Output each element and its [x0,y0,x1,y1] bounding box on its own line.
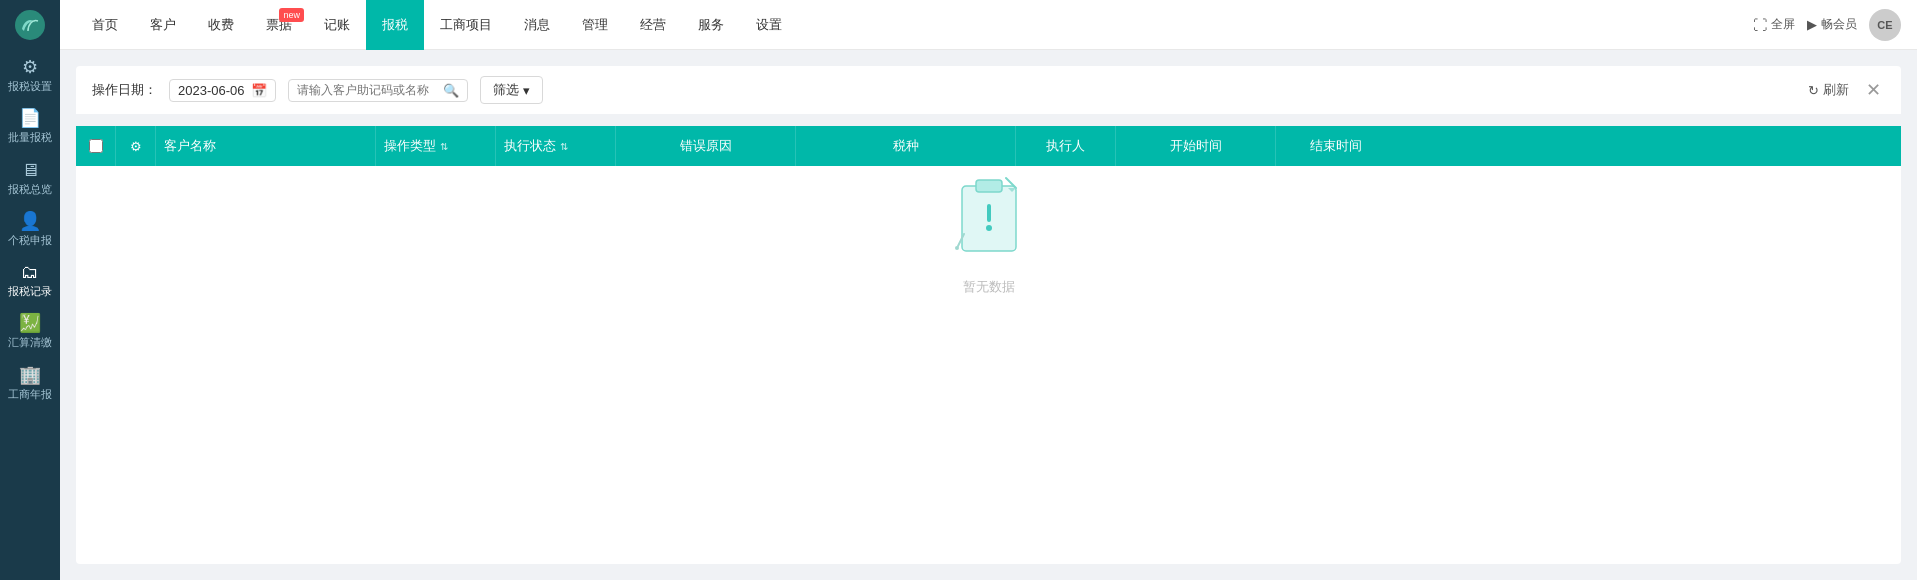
sidebar-item-batch-tax[interactable]: 📄 批量报税 [0,101,60,152]
empty-state-illustration [944,166,1034,266]
nav-invoices[interactable]: 票据 new [250,0,308,50]
tax-settings-icon: ⚙ [22,58,38,76]
topnav-right: ⛶ 全屏 ▶ 畅会员 CE [1753,9,1901,41]
empty-state-text: 暂无数据 [963,278,1015,296]
sidebar-item-tax-records[interactable]: 🗂 报税记录 [0,255,60,306]
sidebar-item-annual-report[interactable]: 🏢 工商年报 [0,358,60,409]
sort-icon-status: ⇅ [560,141,568,152]
th-executor: 执行人 [1016,126,1116,166]
settings-gear-icon: ⚙ [130,139,142,154]
empty-state: 暂无数据 [76,166,1901,296]
fullscreen-icon: ⛶ [1753,17,1767,33]
nav-management[interactable]: 管理 [566,0,624,50]
page-toolbar: 操作日期： 2023-06-06 📅 🔍 筛选 ▾ ↻ 刷新 ✕ [76,66,1901,114]
batch-tax-icon: 📄 [19,109,41,127]
search-box[interactable]: 🔍 [288,79,468,102]
refresh-button[interactable]: ↻ 刷新 [1808,81,1849,99]
search-icon: 🔍 [443,83,459,98]
settlement-icon: 💹 [19,314,41,332]
fullscreen-button[interactable]: ⛶ 全屏 [1753,16,1795,33]
search-input[interactable] [297,83,437,97]
nav-business[interactable]: 工商项目 [424,0,508,50]
sidebar-item-tax-summary[interactable]: 🖥 报税总览 [0,153,60,204]
th-error-reason: 错误原因 [616,126,796,166]
date-value: 2023-06-06 [178,83,245,98]
tax-summary-icon: 🖥 [21,161,39,179]
date-label: 操作日期： [92,81,157,99]
th-operation-type[interactable]: 操作类型 ⇅ [376,126,496,166]
member-icon: ▶ [1807,17,1817,32]
th-start-time: 开始时间 [1116,126,1276,166]
th-execution-status[interactable]: 执行状态 ⇅ [496,126,616,166]
user-avatar[interactable]: CE [1869,9,1901,41]
date-picker[interactable]: 2023-06-06 📅 [169,79,276,102]
svg-point-8 [955,246,959,250]
annual-report-icon: 🏢 [19,366,41,384]
nav-tax[interactable]: 报税 [366,0,424,50]
nav-finance[interactable]: 经营 [624,0,682,50]
th-settings: ⚙ [116,126,156,166]
filter-button[interactable]: 筛选 ▾ [480,76,543,104]
th-end-time: 结束时间 [1276,126,1396,166]
personal-tax-icon: 👤 [19,212,41,230]
table-header: ⚙ 客户名称 操作类型 ⇅ 执行状态 ⇅ 错误原因 税种 [76,126,1901,166]
nav-items: 首页 客户 收费 票据 new 记账 报税 工商项目 消息 [76,0,1753,50]
app-logo [0,0,60,50]
tax-records-icon: 🗂 [21,263,39,281]
page-content: 操作日期： 2023-06-06 📅 🔍 筛选 ▾ ↻ 刷新 ✕ [60,50,1917,580]
nav-settings[interactable]: 设置 [740,0,798,50]
svg-point-3 [986,225,992,231]
nav-services[interactable]: 服务 [682,0,740,50]
nav-customers[interactable]: 客户 [134,0,192,50]
data-table: ⚙ 客户名称 操作类型 ⇅ 执行状态 ⇅ 错误原因 税种 [76,126,1901,564]
nav-home[interactable]: 首页 [76,0,134,50]
chevron-down-icon: ▾ [523,83,530,98]
th-checkbox[interactable] [76,126,116,166]
svg-rect-2 [976,180,1002,192]
nav-billing[interactable]: 收费 [192,0,250,50]
close-button[interactable]: ✕ [1861,78,1885,102]
sidebar: ⚙ 报税设置 📄 批量报税 🖥 报税总览 👤 个税申报 🗂 报税记录 💹 汇算清… [0,0,60,580]
calendar-icon: 📅 [251,83,267,98]
nav-accounts[interactable]: 记账 [308,0,366,50]
sidebar-item-personal-tax[interactable]: 👤 个税申报 [0,204,60,255]
refresh-icon: ↻ [1808,83,1819,98]
table-body: 暂无数据 [76,166,1901,564]
new-badge: new [279,8,304,23]
th-client-name: 客户名称 [156,126,376,166]
svg-rect-4 [987,204,991,222]
th-tax-type: 税种 [796,126,1016,166]
sort-icon-operation: ⇅ [440,141,448,152]
top-navigation: 首页 客户 收费 票据 new 记账 报税 工商项目 消息 [60,0,1917,50]
member-button[interactable]: ▶ 畅会员 [1807,16,1857,33]
filter-label: 筛选 [493,81,519,99]
main-area: 首页 客户 收费 票据 new 记账 报税 工商项目 消息 [60,0,1917,580]
sidebar-item-tax-settings[interactable]: ⚙ 报税设置 [0,50,60,101]
sidebar-item-settlement[interactable]: 💹 汇算清缴 [0,306,60,357]
nav-messages[interactable]: 消息 [508,0,566,50]
select-all-checkbox[interactable] [89,139,103,153]
